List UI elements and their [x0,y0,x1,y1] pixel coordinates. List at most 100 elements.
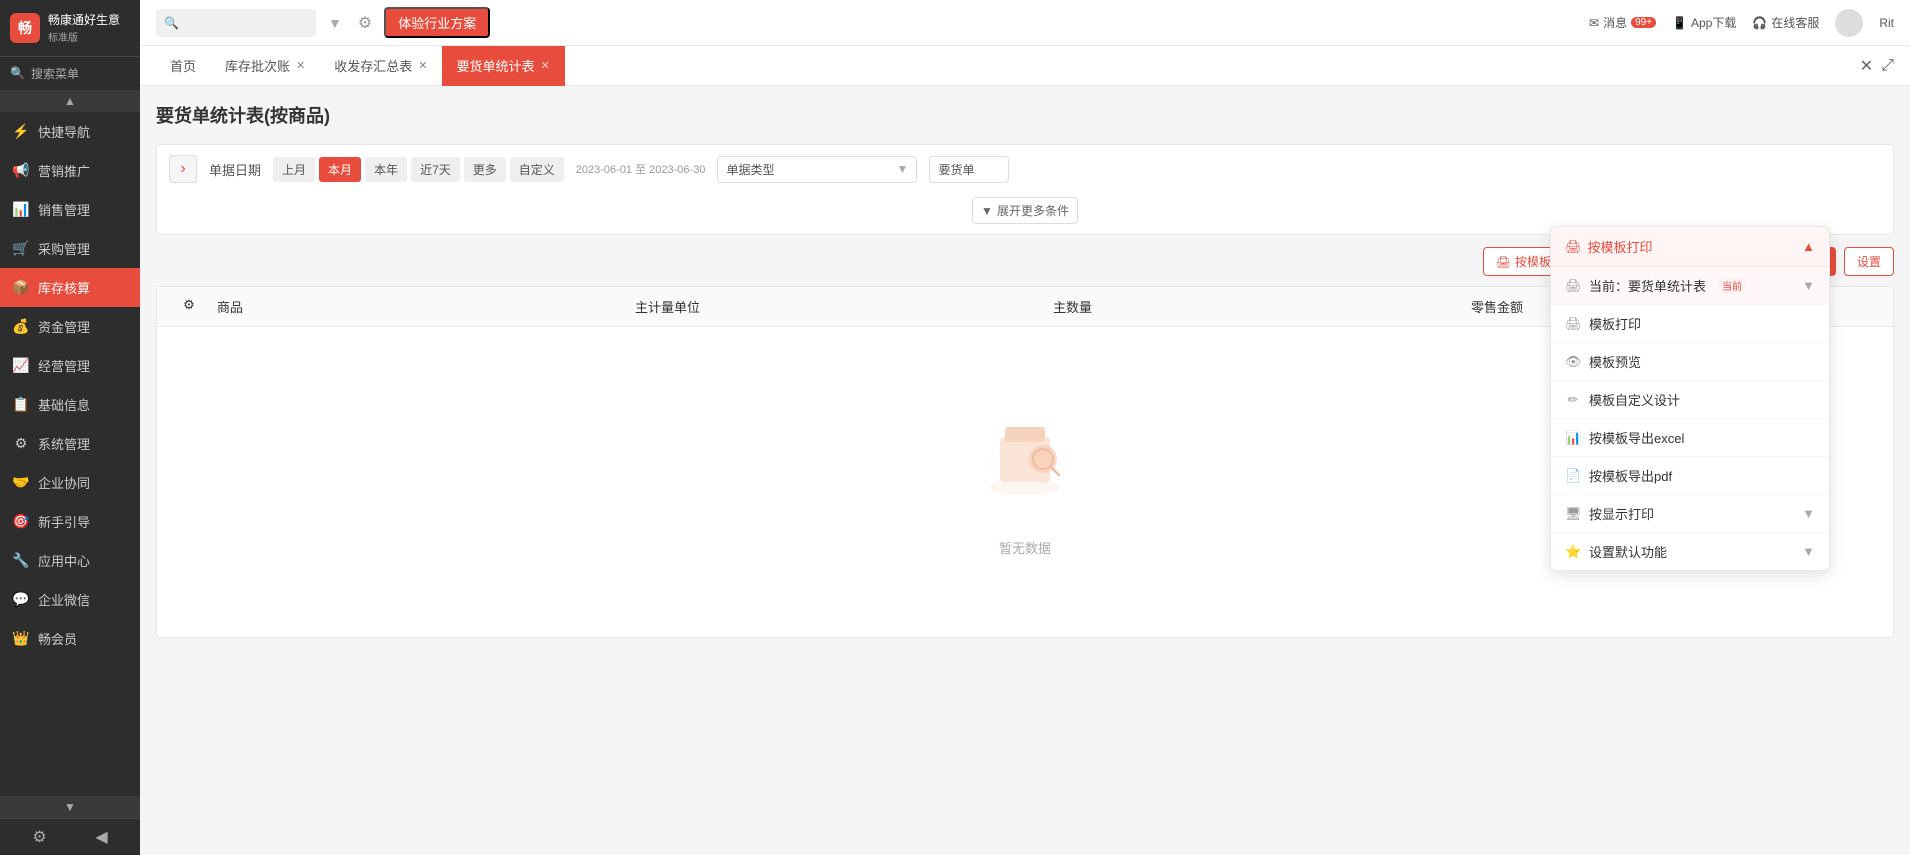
sidebar-scroll-down[interactable]: ▼ [0,796,140,818]
date-filter-label: 单据日期 [209,160,261,179]
sidebar-item-quick-nav[interactable]: ⚡ 快捷导航 [0,112,140,151]
expand-conditions-label: 展开更多条件 [997,202,1069,219]
date-range-display: 2023-06-01 至 2023-06-30 [576,161,706,177]
sidebar-item-label: 库存核算 [38,278,90,297]
date-btn-more[interactable]: 更多 [464,157,506,182]
sidebar-item-operations[interactable]: 📈 经营管理 [0,346,140,385]
dropdown-display-print[interactable]: 🖥 按显示打印 ▼ [1551,495,1829,533]
current-chevron-icon: ▼ [1802,278,1815,293]
purchase-icon: 🛒 [12,240,30,257]
date-btn-this-year[interactable]: 本年 [365,157,407,182]
filter-expand-btn[interactable]: › [169,155,197,183]
sidebar-item-basic[interactable]: 📋 基础信息 [0,385,140,424]
template-design-icon: ✏ [1565,392,1581,408]
tab-close-icon[interactable]: ✕ [1860,56,1873,76]
tab-order-stats[interactable]: 要货单统计表 ✕ [442,46,564,86]
messages-label: 消息 [1603,14,1627,31]
current-item-icon: 🖨 [1565,278,1581,294]
tab-order-stats-close[interactable]: ✕ [541,59,550,72]
date-btn-custom[interactable]: 自定义 [510,157,564,182]
logo-text: 畅康通好生意 [48,12,120,29]
search-label: 搜索菜单 [31,65,79,82]
sidebar-item-system[interactable]: ⚙ 系统管理 [0,424,140,463]
dropdown-template-print[interactable]: 🖨 模板打印 [1551,305,1829,343]
dropdown-title: 按模板打印 [1588,237,1653,256]
tab-collection-summary-close[interactable]: ✕ [418,59,427,72]
sidebar-item-label: 系统管理 [38,434,90,453]
template-preview-label: 模板预览 [1589,352,1641,371]
topbar-actions: ✉ 消息 99+ 📱 App下载 🎧 在线客服 Rit [1589,9,1894,37]
settings-btn[interactable]: 设置 [1844,247,1894,276]
expand-conditions-btn[interactable]: ▼ 展开更多条件 [972,197,1078,224]
sidebar-item-wechat[interactable]: 💬 企业微信 [0,580,140,619]
order-type-select[interactable]: 单据类型 ▼ [717,156,917,183]
tab-home[interactable]: 首页 [156,46,211,86]
order-flag-input[interactable]: 要货单 [929,156,1009,183]
topbar-search[interactable]: 🔍 [156,9,316,37]
dropdown-default-function[interactable]: ⭐ 设置默认功能 ▼ [1551,533,1829,570]
tab-batch-account-close[interactable]: ✕ [296,59,305,72]
dropdown-template-export-pdf[interactable]: 📄 按模板导出pdf [1551,457,1829,495]
sidebar-item-sales[interactable]: 📊 销售管理 [0,190,140,229]
sidebar-item-purchase[interactable]: 🛒 采购管理 [0,229,140,268]
topbar-dropdown-icon[interactable]: ▼ [328,15,342,31]
th-unit: 主计量单位 [627,287,1045,326]
filter-bar: › 单据日期 上月 本月 本年 近7天 更多 自定义 2023-06-01 至 … [156,144,1894,235]
customer-service-action[interactable]: 🎧 在线客服 [1752,14,1819,31]
sidebar: 畅 畅康通好生意 标准版 🔍 搜索菜单 ▲ ⚡ 快捷导航 📢 营销推广 📊 销售… [0,0,140,855]
app-download-label: App下载 [1691,14,1736,31]
sidebar-item-label: 企业微信 [38,590,90,609]
sidebar-item-marketing[interactable]: 📢 营销推广 [0,151,140,190]
tab-batch-account[interactable]: 库存批次账 ✕ [211,46,320,86]
inventory-icon: 📦 [12,279,30,296]
sidebar-search[interactable]: 🔍 搜索菜单 [0,57,140,90]
dropdown-template-export-excel[interactable]: 📊 按模板导出excel [1551,419,1829,457]
guide-icon: 🎯 [12,513,30,530]
sidebar-item-member[interactable]: 👑 畅会员 [0,619,140,658]
tab-collection-summary[interactable]: 收发存汇总表 ✕ [320,46,442,86]
sidebar-item-label: 营销推广 [38,161,90,180]
sidebar-item-guide[interactable]: 🎯 新手引导 [0,502,140,541]
wechat-icon: 💬 [12,591,30,608]
sidebar-collapse-icon[interactable]: ◀ [95,827,107,847]
topbar: 🔍 ▼ ⚙ 体验行业方案 ✉ 消息 99+ 📱 App下载 🎧 在线客服 Rit [140,0,1910,46]
default-function-label: 设置默认功能 [1589,542,1667,561]
page-content: 要货单统计表(按商品) › 单据日期 上月 本月 本年 近7天 更多 自定义 [140,86,1910,855]
dropdown-template-preview[interactable]: 👁 模板预览 [1551,343,1829,381]
dropdown-collapse-icon[interactable]: ▲ [1802,239,1815,254]
template-preview-icon: 👁 [1565,354,1581,370]
date-btn-this-month[interactable]: 本月 [319,157,361,182]
sidebar-item-finance[interactable]: 💰 资金管理 [0,307,140,346]
date-btn-7days[interactable]: 近7天 [411,157,460,182]
sidebar-bottom: ⚙ ◀ [0,818,140,855]
sidebar-item-label: 资金管理 [38,317,90,336]
th-settings[interactable]: ⚙ [169,287,209,326]
print-dropdown-menu: 🖨 按模板打印 ▲ 🖨 当前：要货单统计表 当前 ▼ 🖨 模板打印 👁 模板预览 [1550,226,1830,571]
template-export-pdf-label: 按模板导出pdf [1589,466,1672,485]
sidebar-scroll-up[interactable]: ▲ [0,90,140,112]
tab-home-label: 首页 [170,56,196,75]
app-download-icon: 📱 [1672,16,1687,30]
sidebar-item-collab[interactable]: 🤝 企业协同 [0,463,140,502]
tabbar-controls: ✕ ⤢ [1860,56,1894,76]
tab-expand-icon[interactable]: ⤢ [1881,57,1894,75]
dropdown-current-item[interactable]: 🖨 当前：要货单统计表 当前 ▼ [1551,267,1829,305]
trial-button[interactable]: 体验行业方案 [384,7,490,38]
date-btn-last-month[interactable]: 上月 [273,157,315,182]
tab-order-stats-label: 要货单统计表 [456,56,534,75]
th-quantity: 主数量 [1045,287,1463,326]
sidebar-item-inventory[interactable]: 📦 库存核算 [0,268,140,307]
messages-action[interactable]: ✉ 消息 99+ [1589,14,1656,31]
operations-icon: 📈 [12,357,30,374]
sidebar-item-apps[interactable]: 🔧 应用中心 [0,541,140,580]
sidebar-item-label: 新手引导 [38,512,90,531]
date-filter: 上月 本月 本年 近7天 更多 自定义 [273,157,564,182]
user-avatar[interactable] [1835,9,1863,37]
topbar-gear-icon[interactable]: ⚙ [358,13,372,33]
quick-nav-icon: ⚡ [12,123,30,140]
sidebar-settings-icon[interactable]: ⚙ [32,827,46,847]
display-print-chevron: ▼ [1802,506,1815,521]
app-download-action[interactable]: 📱 App下载 [1672,14,1736,31]
default-function-chevron: ▼ [1802,544,1815,559]
dropdown-template-design[interactable]: ✏ 模板自定义设计 [1551,381,1829,419]
